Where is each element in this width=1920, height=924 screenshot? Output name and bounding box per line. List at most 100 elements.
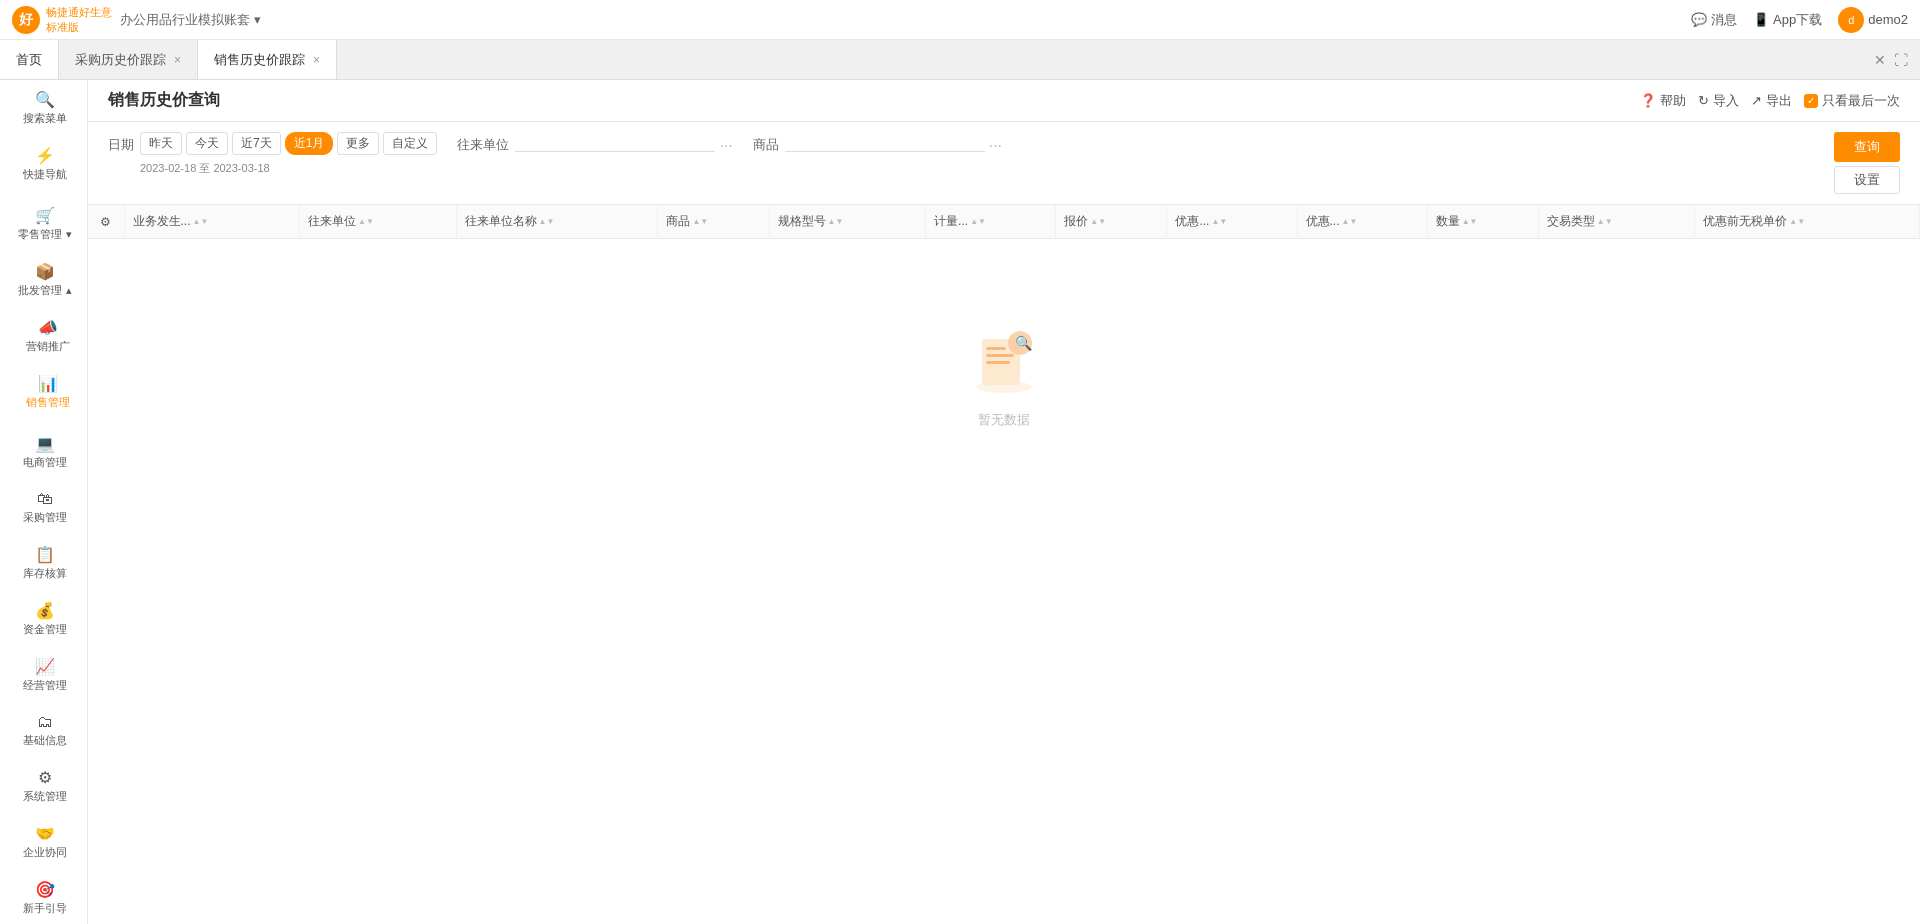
query-button[interactable]: 查询 [1834,132,1900,162]
user-menu[interactable]: d demo2 [1838,7,1908,33]
date-btn-7days[interactable]: 近7天 [232,132,281,155]
avatar: d [1838,7,1864,33]
logo-icon: 好 [12,6,40,34]
workspace-selector[interactable]: 办公用品行业模拟账套 ▾ [120,11,261,29]
table-header-row: ⚙ 业务发生... ▲▼ 往来单位 ▲▼ [88,205,1920,239]
date-range-display: 2023-02-18 至 2023-03-18 [140,161,437,176]
inventory-icon: 📋 [35,545,55,564]
svg-text:🔍: 🔍 [1015,335,1033,352]
only-last-checkbox[interactable]: ✓ 只看最后一次 [1804,92,1900,110]
retail-icon: 🛒 [35,206,55,225]
sidebar-item-purchase[interactable]: 🛍 采购管理 [0,480,87,535]
sidebar-item-finance[interactable]: 💰 资金管理 [0,591,87,647]
operations-icon: 📈 [35,657,55,676]
counterparty-input-area: ... [515,132,732,152]
product-picker-button[interactable]: ... [989,133,1002,151]
message-icon: 💬 [1691,12,1707,27]
tab-sales-close[interactable]: × [313,53,320,67]
system-icon: ⚙ [38,768,52,787]
date-filter-label: 日期 [108,132,134,154]
col-product[interactable]: 商品 ▲▼ [658,205,769,239]
col-pretax-price[interactable]: 优惠前无税单价 ▲▼ [1695,205,1920,239]
gear-icon[interactable]: ⚙ [100,215,111,229]
col-price[interactable]: 报价 ▲▼ [1056,205,1167,239]
enterprise-icon: 🤝 [35,824,55,843]
col-counterparty-code[interactable]: 往来单位 ▲▼ [299,205,456,239]
date-btn-row: 昨天 今天 近7天 近1月 更多 自定义 [140,132,437,155]
col-gear[interactable]: ⚙ [88,205,124,239]
checkbox-icon: ✓ [1804,94,1818,108]
sort-arrows-discount2: ▲▼ [1342,218,1358,226]
col-quantity[interactable]: 数量 ▲▼ [1427,205,1538,239]
svg-rect-4 [986,361,1010,364]
sidebar-item-marketing[interactable]: 📣 营销推广 [0,308,87,364]
tabbar: 首页 采购历史价跟踪 × 销售历史价跟踪 × ✕ ⛶ [0,40,1920,80]
col-counterparty-name[interactable]: 往来单位名称 ▲▼ [456,205,658,239]
topbar-left: 好 畅捷通好生意 标准版 办公用品行业模拟账套 ▾ [12,5,261,34]
sidebar-item-retail[interactable]: 🛒 零售管理 ▾ [0,196,87,252]
col-discount2[interactable]: 优惠... ▲▼ [1297,205,1427,239]
settings-button[interactable]: 设置 [1834,166,1900,194]
sidebar-item-system[interactable]: ⚙ 系统管理 [0,758,87,814]
tab-sales[interactable]: 销售历史价跟踪 × [198,40,337,79]
newbie-icon: 🎯 [35,880,55,899]
product-input[interactable] [785,132,985,152]
sidebar-item-operations[interactable]: 📈 经营管理 [0,647,87,703]
content-area: 销售历史价查询 ❓ 帮助 ↻ 导入 ↗ 导出 ✓ 只看最后一次 [88,80,1920,924]
search-icon: 🔍 [35,90,55,109]
maximize-button[interactable]: ⛶ [1894,52,1908,68]
help-button[interactable]: ❓ 帮助 [1640,92,1686,110]
product-filter-label: 商品 [753,132,779,154]
message-button[interactable]: 💬 消息 [1691,11,1737,29]
sidebar-item-ecommerce[interactable]: 💻 电商管理 [0,424,87,480]
sidebar-item-wholesale[interactable]: 📦 批发管理 ▴ [0,252,87,308]
close-all-tabs-button[interactable]: ✕ [1874,52,1886,68]
finance-icon: 💰 [35,601,55,620]
sidebar-item-newbie[interactable]: 🎯 新手引导 [0,870,87,924]
sidebar-item-inventory[interactable]: 📋 库存核算 [0,535,87,591]
date-btn-custom[interactable]: 自定义 [383,132,437,155]
help-icon: ❓ [1640,93,1656,108]
date-btn-today[interactable]: 今天 [186,132,228,155]
sidebar-item-sales-mgmt[interactable]: 📊 销售管理 [0,364,87,420]
tab-purchase[interactable]: 采购历史价跟踪 × [59,40,198,79]
col-spec[interactable]: 规格型号 ▲▼ [769,205,926,239]
counterparty-input[interactable] [515,132,715,152]
tab-home[interactable]: 首页 [0,40,59,79]
page-title: 销售历史价查询 [108,90,220,111]
app-download-button[interactable]: 📱 App下载 [1753,11,1822,29]
data-table: ⚙ 业务发生... ▲▼ 往来单位 ▲▼ [88,205,1920,239]
tabbar-actions: ✕ ⛶ [1862,40,1920,79]
col-discount1[interactable]: 优惠... ▲▼ [1167,205,1297,239]
logo-text: 畅捷通好生意 标准版 [46,5,112,34]
product-input-area: ... [785,132,1002,152]
chevron-down-icon: ▾ [254,12,261,27]
date-btn-more[interactable]: 更多 [337,132,379,155]
sort-arrows-spec: ▲▼ [828,218,844,226]
date-btn-yesterday[interactable]: 昨天 [140,132,182,155]
export-icon: ↗ [1751,93,1762,108]
empty-state: 🔍 暂无数据 [88,239,1920,509]
counterparty-filter-label: 往来单位 [457,132,509,154]
import-button[interactable]: ↻ 导入 [1698,92,1739,110]
sort-arrows-counterparty: ▲▼ [358,218,374,226]
sort-arrows-trade-type: ▲▼ [1597,218,1613,226]
table-head: ⚙ 业务发生... ▲▼ 往来单位 ▲▼ [88,205,1920,239]
counterparty-picker-button[interactable]: ... [719,133,732,151]
sort-arrows-price: ▲▼ [1090,218,1106,226]
sidebar-item-search[interactable]: 🔍 搜索菜单 [0,80,87,136]
tab-purchase-close[interactable]: × [174,53,181,67]
sidebar-item-basic[interactable]: 🗂 基础信息 [0,703,87,758]
filter-bar: 日期 昨天 今天 近7天 近1月 更多 自定义 2023-02-18 至 202… [88,122,1920,205]
page-header: 销售历史价查询 ❓ 帮助 ↻ 导入 ↗ 导出 ✓ 只看最后一次 [88,80,1920,122]
col-unit[interactable]: 计量... ▲▼ [926,205,1056,239]
svg-rect-2 [986,347,1006,350]
sidebar-item-enterprise[interactable]: 🤝 企业协同 [0,814,87,870]
col-biz-date[interactable]: 业务发生... ▲▼ [124,205,299,239]
basic-icon: 🗂 [37,713,53,731]
sort-arrows-unit: ▲▼ [970,218,986,226]
export-button[interactable]: ↗ 导出 [1751,92,1792,110]
col-trade-type[interactable]: 交易类型 ▲▼ [1538,205,1695,239]
date-btn-1month[interactable]: 近1月 [285,132,334,155]
sidebar-item-quick[interactable]: ⚡ 快捷导航 [0,136,87,192]
